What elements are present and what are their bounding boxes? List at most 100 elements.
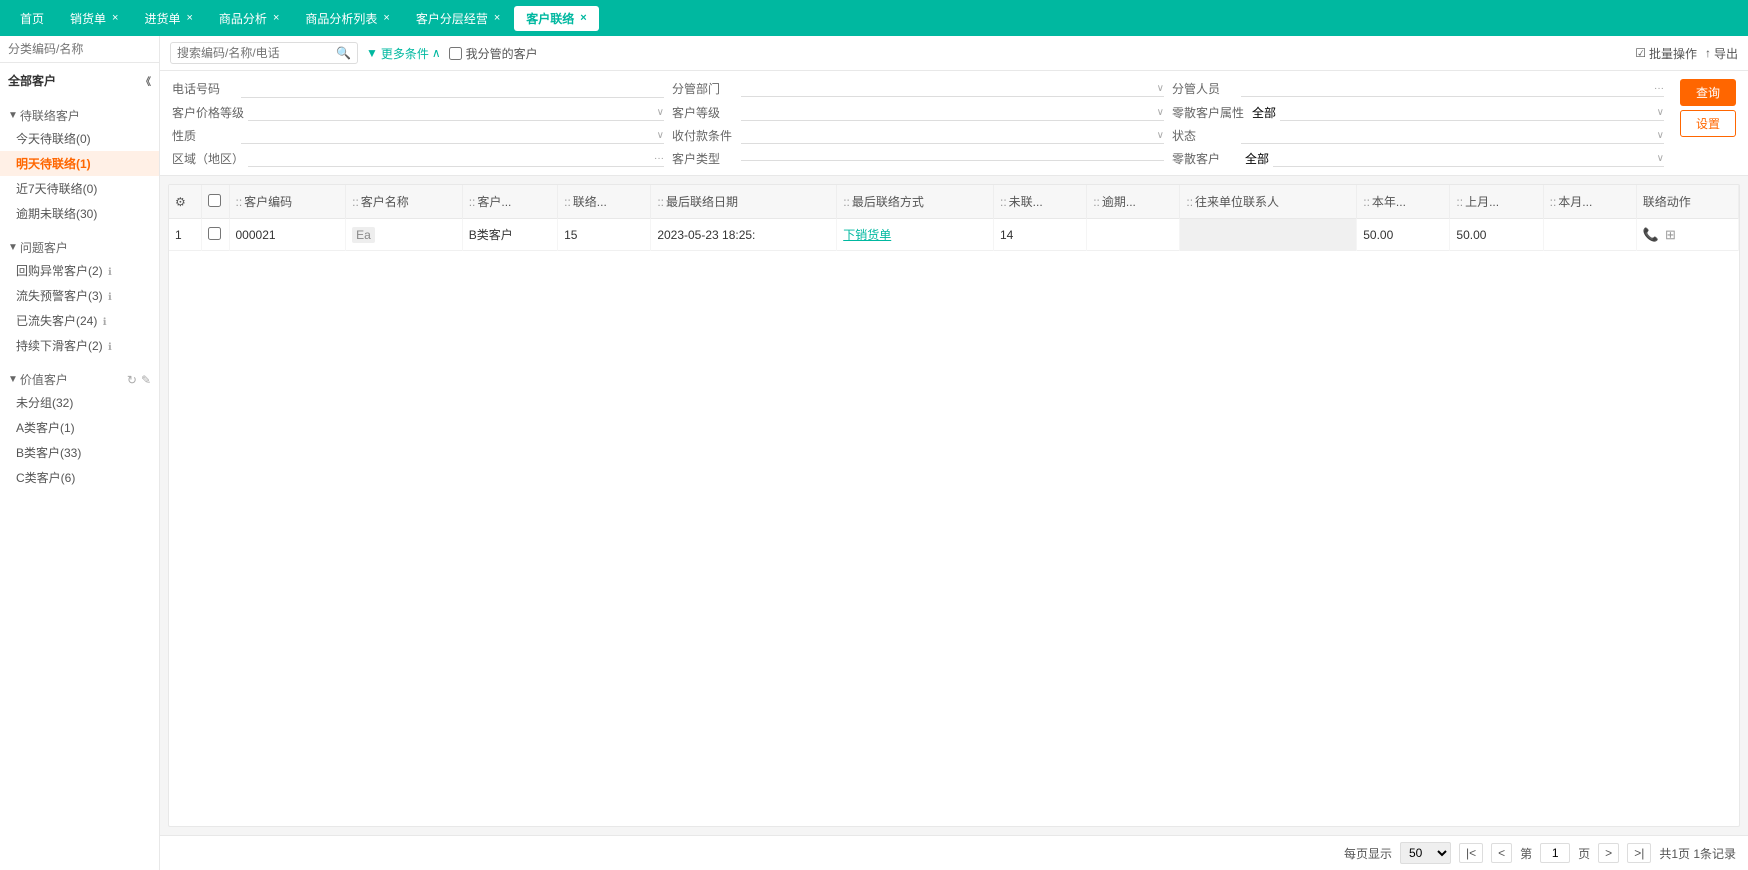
batch-op-btn[interactable]: ☑ 批量操作 [1635, 45, 1697, 62]
customer-grade-select[interactable]: ∨ [741, 105, 1164, 121]
page-number-input[interactable] [1540, 843, 1570, 863]
grid-icon[interactable]: ⊞ [1665, 227, 1676, 243]
col-uncontacted: ::未联... [994, 185, 1087, 219]
sort-icon[interactable]: :: [1550, 195, 1557, 209]
my-customers-check[interactable] [449, 47, 462, 60]
pending-group-label[interactable]: ▼ 待联络客户 [0, 102, 159, 126]
sidebar-item-warning[interactable]: 流失预警客户(3) ℹ [0, 283, 159, 308]
col-contact-count: ::联络... [558, 185, 651, 219]
collapse-icon[interactable]: 《 [141, 73, 151, 88]
close-icon[interactable]: × [186, 12, 192, 24]
my-customers-checkbox[interactable]: 我分管的客户 [449, 45, 538, 62]
per-page-select[interactable]: 50 100 200 [1400, 842, 1451, 864]
sidebar-item-b-class[interactable]: B类客户(33) [0, 440, 159, 465]
all-customers-header[interactable]: 全部客户 《 [0, 67, 159, 94]
pending-group: ▼ 待联络客户 今天待联络(0) 明天待联络(1) 近7天待联络(0) 逾期未联… [0, 98, 159, 230]
toolbar-right: ☑ 批量操作 ↑ 导出 [1635, 45, 1738, 62]
row-checkbox[interactable] [201, 219, 229, 251]
problem-group-label[interactable]: ▼ 问题客户 [0, 234, 159, 258]
row-this-year: 50.00 [1357, 219, 1450, 251]
close-icon[interactable]: × [273, 12, 279, 24]
phone-icon[interactable]: 📞 [1643, 227, 1659, 243]
person-select[interactable]: ··· [1241, 81, 1664, 97]
col-settings[interactable]: ⚙ [169, 185, 201, 219]
area-select[interactable]: ··· [248, 151, 664, 167]
payment-select[interactable]: ∨ [741, 128, 1164, 144]
query-button[interactable]: 查询 [1680, 79, 1736, 106]
filter-icon: ▼ [366, 46, 378, 60]
close-icon[interactable]: × [494, 12, 500, 24]
sort-icon[interactable]: :: [1093, 195, 1100, 209]
sidebar-item-a-class[interactable]: A类客户(1) [0, 415, 159, 440]
table-header-row: ⚙ ::客户编码 ::客户名称 ::客户... ::联络... ::最后联络日期… [169, 185, 1739, 219]
filter-phone: 电话号码 [172, 79, 664, 98]
row-select-checkbox[interactable] [208, 227, 221, 240]
search-input[interactable] [177, 46, 332, 60]
nav-product-analysis-list[interactable]: 商品分析列表 × [293, 6, 401, 31]
col-checkbox[interactable] [201, 185, 229, 219]
filter-payment: 收付款条件 ∨ [672, 127, 1164, 144]
sort-icon[interactable]: :: [352, 195, 359, 209]
sidebar-item-7days[interactable]: 近7天待联络(0) [0, 176, 159, 201]
customer-type-select[interactable] [741, 156, 1164, 161]
row-last-contact-method[interactable]: 下销货单 [837, 219, 994, 251]
nav-home[interactable]: 首页 [8, 6, 56, 31]
sidebar-item-lost[interactable]: 已流失客户(24) ℹ [0, 308, 159, 333]
settings-button[interactable]: 设置 [1680, 110, 1736, 137]
nav-product-analysis[interactable]: 商品分析 × [207, 6, 291, 31]
customer-table-wrap: ⚙ ::客户编码 ::客户名称 ::客户... ::联络... ::最后联络日期… [168, 184, 1740, 827]
status-select[interactable]: ∨ [1241, 128, 1664, 144]
phone-input[interactable] [241, 79, 664, 98]
retail-attr-select[interactable]: ∨ [1280, 105, 1664, 121]
sort-icon[interactable]: :: [657, 195, 664, 209]
customer-value-select[interactable]: ∨ [248, 105, 664, 121]
sort-icon[interactable]: :: [469, 195, 476, 209]
sidebar-search-area: 🔍 [0, 36, 159, 63]
sort-icon[interactable]: :: [564, 195, 571, 209]
sidebar-all-customers: 全部客户 《 [0, 63, 159, 98]
sort-icon[interactable]: :: [843, 195, 850, 209]
close-icon[interactable]: × [112, 12, 118, 24]
content-area: 🔍 ▼ 更多条件 ∧ 我分管的客户 ☑ 批量操作 ↑ 导出 [160, 36, 1748, 870]
sidebar-item-overdue[interactable]: 逾期未联络(30) [0, 201, 159, 226]
col-overdue: ::逾期... [1087, 185, 1180, 219]
search-icon[interactable]: 🔍 [336, 46, 351, 60]
sidebar-item-ungrouped[interactable]: 未分组(32) [0, 390, 159, 415]
sidebar-item-tomorrow[interactable]: 明天待联络(1) [0, 151, 159, 176]
sort-icon[interactable]: :: [1363, 195, 1370, 209]
value-group-label[interactable]: ▼ 价值客户 ↻ ✎ [0, 366, 159, 390]
more-conditions-btn[interactable]: ▼ 更多条件 ∧ [366, 45, 441, 62]
close-icon[interactable]: × [580, 12, 586, 24]
sort-icon[interactable]: :: [1456, 195, 1463, 209]
sidebar-item-today[interactable]: 今天待联络(0) [0, 126, 159, 151]
top-nav: 首页 销货单 × 进货单 × 商品分析 × 商品分析列表 × 客户分层经营 × … [0, 0, 1748, 36]
sort-icon[interactable]: :: [1000, 195, 1007, 209]
nav-customer-tier[interactable]: 客户分层经营 × [404, 6, 512, 31]
sort-icon[interactable]: :: [1186, 195, 1193, 209]
export-btn[interactable]: ↑ 导出 [1705, 45, 1738, 62]
row-this-month [1543, 219, 1636, 251]
nav-customer-contact[interactable]: 客户联络 × [514, 6, 598, 31]
select-all-checkbox[interactable] [208, 194, 221, 207]
nav-sales-order[interactable]: 销货单 × [58, 6, 130, 31]
row-uncontacted: 14 [994, 219, 1087, 251]
sidebar-item-abnormal[interactable]: 回购异常客户(2) ℹ [0, 258, 159, 283]
edit-icon[interactable]: ✎ [141, 373, 151, 387]
row-last-contact-date: 2023-05-23 18:25: [651, 219, 837, 251]
gender-select[interactable]: ∨ [241, 128, 664, 144]
close-icon[interactable]: × [383, 12, 389, 24]
first-page-btn[interactable]: |< [1459, 843, 1483, 863]
sidebar-item-c-class[interactable]: C类客户(6) [0, 465, 159, 490]
next-page-btn[interactable]: > [1598, 843, 1619, 863]
value-group: ▼ 价值客户 ↻ ✎ 未分组(32) A类客户(1) B类客户(33) C类客户… [0, 362, 159, 494]
filter-customer-value: 客户价格等级 ∨ [172, 104, 664, 121]
sidebar-search-input[interactable] [8, 42, 160, 56]
retail-customer-select[interactable]: ∨ [1273, 151, 1664, 167]
dept-select[interactable]: ∨ [741, 81, 1164, 97]
last-page-btn[interactable]: >| [1627, 843, 1651, 863]
prev-page-btn[interactable]: < [1491, 843, 1512, 863]
sort-icon[interactable]: :: [236, 195, 243, 209]
nav-purchase-order[interactable]: 进货单 × [132, 6, 204, 31]
sidebar-item-declining[interactable]: 持续下滑客户(2) ℹ [0, 333, 159, 358]
refresh-icon[interactable]: ↻ [127, 373, 137, 387]
